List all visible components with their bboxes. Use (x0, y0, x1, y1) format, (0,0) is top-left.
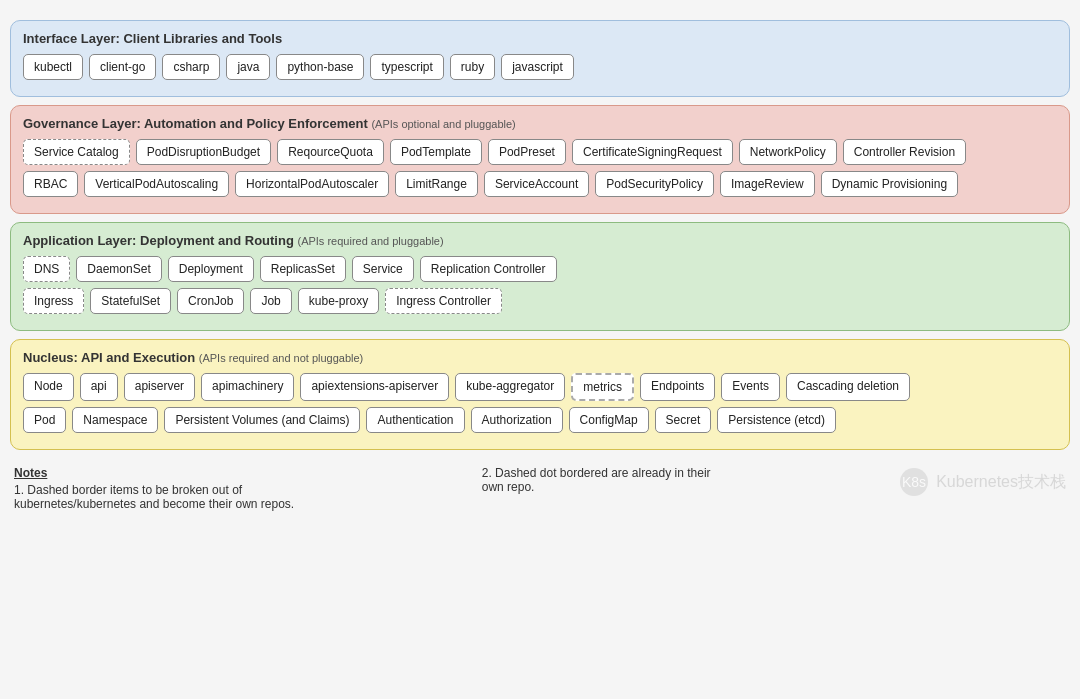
tag-apimachinery: apimachinery (201, 373, 294, 401)
tag-pod: Pod (23, 407, 66, 433)
note-1: 1. Dashed border items to be broken out … (14, 483, 294, 497)
tag-python-base: python-base (276, 54, 364, 80)
tag-controller-revision: Controller Revision (843, 139, 966, 165)
tag-kube-aggregator: kube-aggregator (455, 373, 565, 401)
tag-verticalpodautoscaling: VerticalPodAutoscaling (84, 171, 229, 197)
notes-title: Notes (14, 466, 294, 480)
tag-cronjob: CronJob (177, 288, 244, 314)
tag-limitrange: LimitRange (395, 171, 478, 197)
tag-rbac: RBAC (23, 171, 78, 197)
tag-reqourcequota: ReqourceQuota (277, 139, 384, 165)
tag-ruby: ruby (450, 54, 495, 80)
tag-csharp: csharp (162, 54, 220, 80)
tag-row-nucleus-1: PodNamespacePersistent Volumes (and Clai… (23, 407, 1057, 433)
tag-row-governance-0: Service CatalogPodDisruptionBudgetReqour… (23, 139, 1057, 165)
tag-podpreset: PodPreset (488, 139, 566, 165)
tag-row-application-0: DNSDaemonSet DeploymentReplicasSetService… (23, 256, 1057, 282)
tag-metrics: metrics (571, 373, 634, 401)
tag-poddisruptionbudget: PodDisruptionBudget (136, 139, 271, 165)
tag-events: Events (721, 373, 780, 401)
watermark: K8s Kubernetes技术栈 (898, 466, 1066, 498)
tag-dynamic-provisioning: Dynamic Provisioning (821, 171, 958, 197)
tag-configmap: ConfigMap (569, 407, 649, 433)
tag-row-governance-1: RBACVerticalPodAutoscalingHorizontalPodA… (23, 171, 1057, 197)
tag-statefulset: StatefulSet (90, 288, 171, 314)
tag-persistent-volumes-and-claims: Persistent Volumes (and Claims) (164, 407, 360, 433)
layer-nucleus: Nucleus: API and Execution (APIs require… (10, 339, 1070, 450)
note-3b: own repo. (482, 480, 711, 494)
note-3: 2. Dashed dot bordered are already in th… (482, 466, 711, 480)
tag-dns: DNS (23, 256, 70, 282)
tag-deployment: Deployment (168, 256, 254, 282)
tag-client-go: client-go (89, 54, 156, 80)
tag-ingress-controller: Ingress Controller (385, 288, 502, 314)
tag-service-catalog: Service Catalog (23, 139, 130, 165)
tag-apiserver: apiserver (124, 373, 195, 401)
tag-authentication: Authentication (366, 407, 464, 433)
tag-row-nucleus-0: Nodeapiapiserverapimachineryapiextension… (23, 373, 1057, 401)
layer-application: Application Layer: Deployment and Routin… (10, 222, 1070, 331)
tag-podsecuritypolicy: PodSecurityPolicy (595, 171, 714, 197)
tag-apiextensions-apiserver: apiextensions-apiserver (300, 373, 449, 401)
tag-replication-controller: Replication Controller (420, 256, 557, 282)
tag-node: Node (23, 373, 74, 401)
tag-job: Job (250, 288, 291, 314)
tag-daemonset: DaemonSet (76, 256, 161, 282)
tag-cascading-deletion: Cascading deletion (786, 373, 910, 401)
tag-ingress: Ingress (23, 288, 84, 314)
tag-service: Service (352, 256, 414, 282)
svg-text:K8s: K8s (902, 474, 926, 490)
tag-authorization: Authorization (471, 407, 563, 433)
tag-java: java (226, 54, 270, 80)
tag-horizontalpodautoscaler: HorizontalPodAutoscaler (235, 171, 389, 197)
notes-section: Notes 1. Dashed border items to be broke… (10, 458, 1070, 522)
layer-title-nucleus: Nucleus: API and Execution (APIs require… (23, 350, 1057, 365)
tag-serviceaccount: ServiceAccount (484, 171, 589, 197)
tag-javascript: javascript (501, 54, 574, 80)
tag-replicasset: ReplicasSet (260, 256, 346, 282)
tag-persistence-etcd: Persistence (etcd) (717, 407, 836, 433)
tag-certificatesigningrequest: CertificateSigningRequest (572, 139, 733, 165)
layer-interface: Interface Layer: Client Libraries and To… (10, 20, 1070, 97)
tag-secret: Secret (655, 407, 712, 433)
tag-row-interface-0: kubectlclient-gocsharpjavapython-basetyp… (23, 54, 1057, 80)
layer-title-governance: Governance Layer: Automation and Policy … (23, 116, 1057, 131)
layer-governance: Governance Layer: Automation and Policy … (10, 105, 1070, 214)
layer-title-interface: Interface Layer: Client Libraries and To… (23, 31, 1057, 46)
tag-namespace: Namespace (72, 407, 158, 433)
tag-kube-proxy: kube-proxy (298, 288, 379, 314)
tag-api: api (80, 373, 118, 401)
layer-title-application: Application Layer: Deployment and Routin… (23, 233, 1057, 248)
tag-podtemplate: PodTemplate (390, 139, 482, 165)
tag-row-application-1: IngressStatefulSetCronJobJob kube-proxyIn… (23, 288, 1057, 314)
tag-imagereview: ImageReview (720, 171, 815, 197)
tag-kubectl: kubectl (23, 54, 83, 80)
tag-endpoints: Endpoints (640, 373, 715, 401)
tag-typescript: typescript (370, 54, 443, 80)
tag-networkpolicy: NetworkPolicy (739, 139, 837, 165)
note-1b: kubernetes/kubernetes and become their o… (14, 497, 294, 511)
